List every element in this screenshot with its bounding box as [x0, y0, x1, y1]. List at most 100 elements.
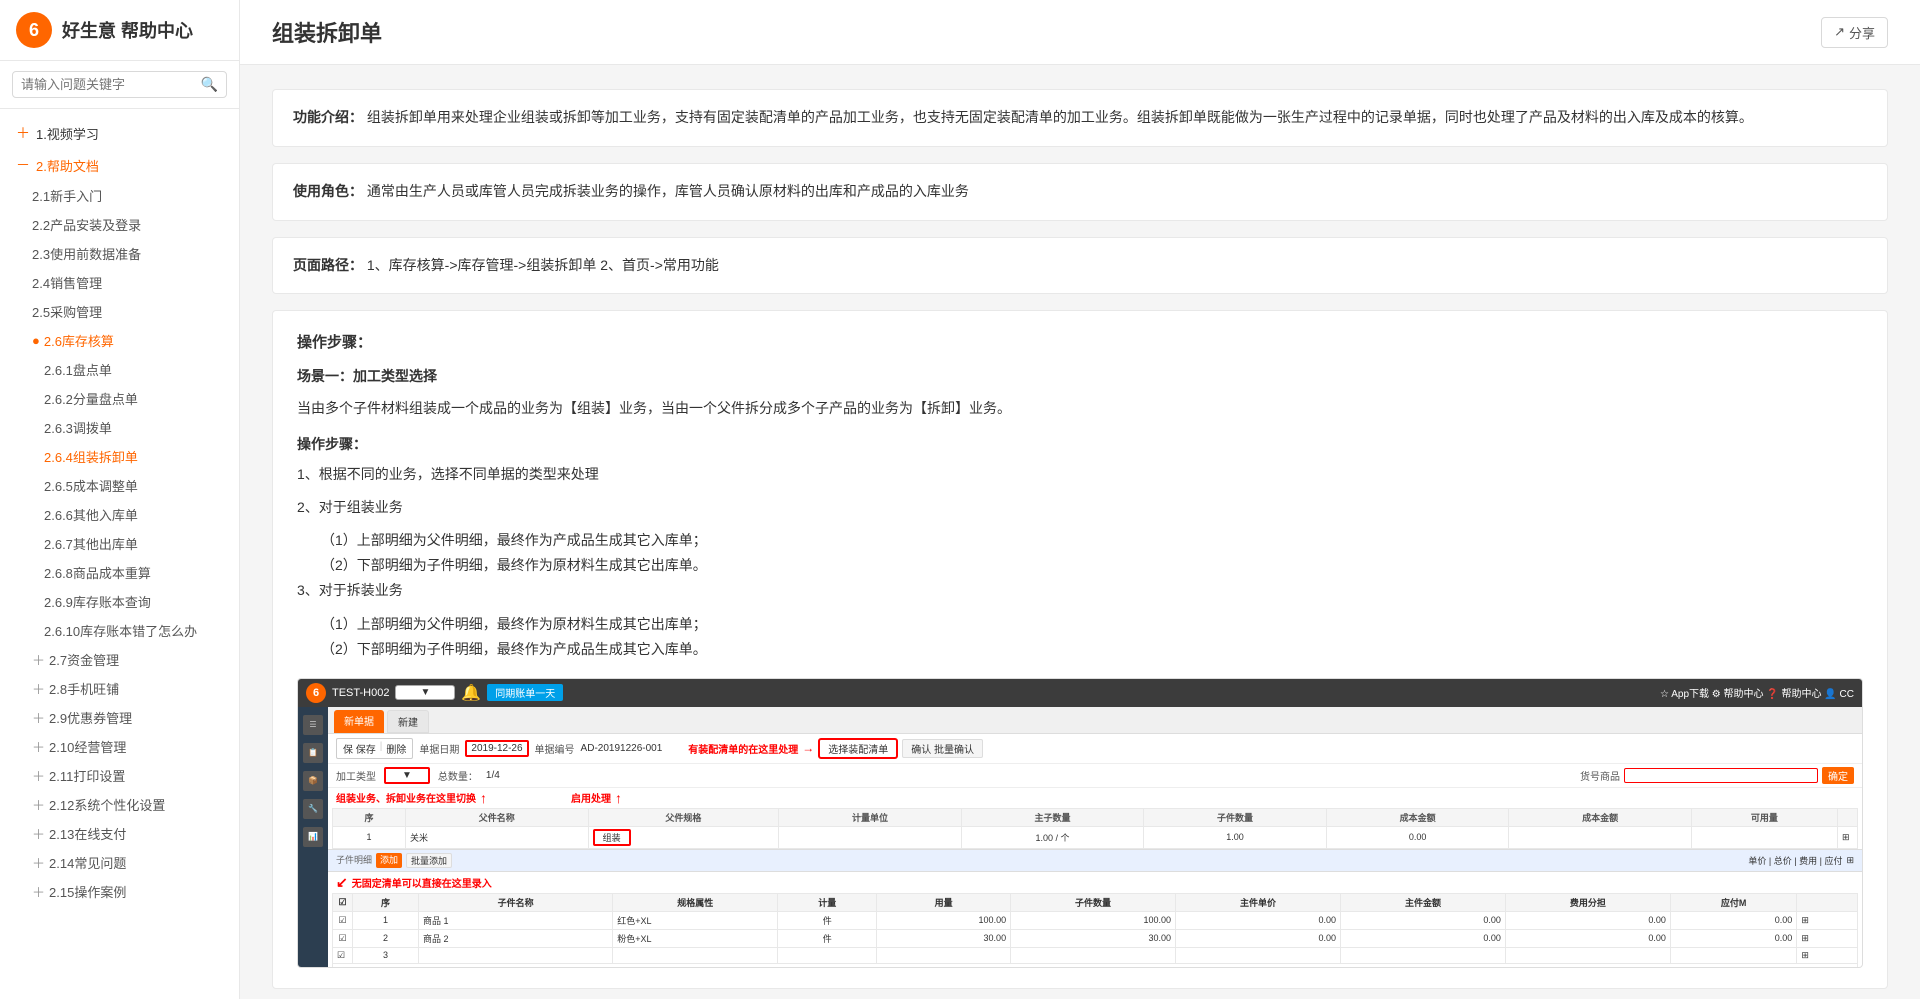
- mock-subtable-total: 单价 | 总价 | 费用 | 应付: [1748, 854, 1842, 867]
- sidebar-item-label: 2.帮助文档: [36, 156, 99, 175]
- mock-th-unit: 计量单位: [779, 808, 962, 826]
- mock-sub-td-cb-2: ☑: [333, 929, 353, 947]
- mock-td-cost2-val: [1509, 826, 1692, 848]
- mock-confirm-btn: 确认 批量确认: [902, 739, 983, 758]
- sidebar-item-2-6-9[interactable]: 2.6.9库存账本查询: [0, 587, 239, 616]
- role-label: 使用角色：: [293, 183, 363, 199]
- mock-th-action: [1838, 808, 1858, 826]
- annotation-3: 组装业务、拆卸业务在这里切换: [336, 790, 476, 805]
- sidebar-item-2-6-10[interactable]: 2.6.10库存账本错了怎么办: [0, 616, 239, 645]
- mock-sub-td-sub-qty-2: 30.00: [1011, 929, 1176, 947]
- mock-num-value: AD-20191226-001: [581, 743, 663, 754]
- main-content: 组装拆卸单 ↗ 分享 功能介绍： 组装拆卸单用来处理企业组装或拆卸等加工业务，支…: [240, 0, 1920, 999]
- mock-td-avail-val: [1691, 826, 1837, 848]
- sidebar-item-2-6-2[interactable]: 2.6.2分量盘点单: [0, 384, 239, 413]
- sidebar-item-2-6-1[interactable]: 2.6.1盘点单: [0, 355, 239, 384]
- sidebar: 6 好生意 帮助中心 🔍 ＋ 1.视频学习 － 2.帮助文档 2.1新手入门 2…: [0, 0, 240, 999]
- sidebar-nav: ＋ 1.视频学习 － 2.帮助文档 2.1新手入门 2.2产品安装及登录 2.3…: [0, 109, 239, 999]
- mock-topbar-id: TEST-H002: [332, 687, 389, 699]
- mock-td-spec-val: 组装: [588, 826, 779, 848]
- mock-qty-label: 总数量：: [438, 768, 478, 783]
- mock-sub-td-unit-2: 件: [778, 929, 877, 947]
- sidebar-item-2-14[interactable]: ＋2.14常见问题: [0, 848, 239, 877]
- ops-title: 操作步骤：: [297, 331, 1863, 352]
- mock-sub-td-sub-qty-1: 100.00: [1011, 911, 1176, 929]
- mock-sub-td-fee-3: [1505, 947, 1670, 963]
- sidebar-item-2-6[interactable]: ● 2.6库存核算: [0, 326, 239, 355]
- mock-sub-th-amount: 主件金额: [1340, 893, 1505, 911]
- sidebar-item-2-6-5[interactable]: 2.6.5成本调整单: [0, 471, 239, 500]
- arrow-down-icon: ↙: [336, 874, 348, 891]
- sidebar-item-2-10[interactable]: ＋2.10经营管理: [0, 732, 239, 761]
- mock-sub-th-seq: 序: [353, 893, 419, 911]
- sidebar-item-video[interactable]: ＋ 1.视频学习: [0, 117, 239, 149]
- sidebar-item-2-3[interactable]: 2.3使用前数据准备: [0, 239, 239, 268]
- search-bar: 🔍: [0, 61, 239, 109]
- search-input[interactable]: [21, 77, 201, 92]
- mock-sub-td-op-2: ⊞: [1797, 929, 1858, 947]
- mock-sub-td-qty-2: 30.00: [877, 929, 1011, 947]
- mock-th-qty1: 主子数量: [961, 808, 1144, 826]
- mock-add-btn: 添加: [376, 853, 402, 868]
- mock-batch-btn: 批量添加: [406, 853, 452, 868]
- mock-sub-td-fee-2: 0.00: [1505, 929, 1670, 947]
- mock-sub-td-cb-1: ☑: [333, 911, 353, 929]
- mock-type-label: 加工类型: [336, 768, 376, 783]
- sidebar-item-2-8[interactable]: ＋2.8手机旺铺: [0, 674, 239, 703]
- sidebar-item-2-6-4[interactable]: 2.6.4组装拆卸单: [0, 442, 239, 471]
- mock-th-spec: 父件规格: [588, 808, 779, 826]
- sidebar-item-2-1[interactable]: 2.1新手入门: [0, 181, 239, 210]
- mock-sub-td-unit-3: [778, 947, 877, 963]
- mock-sub-th-spec: 规格属性: [613, 893, 778, 911]
- mock-sub-th-payable: 应付M: [1670, 893, 1796, 911]
- sidebar-item-2-2[interactable]: 2.2产品安装及登录: [0, 210, 239, 239]
- share-button[interactable]: ↗ 分享: [1821, 17, 1888, 48]
- sidebar-item-2-13[interactable]: ＋2.13在线支付: [0, 819, 239, 848]
- mock-spec-label: 货号商品: [1580, 768, 1620, 783]
- page-header: 组装拆卸单 ↗ 分享: [240, 0, 1920, 65]
- path-text: 1、库存核算->库存管理->组装拆卸单 2、首页->常用功能: [367, 257, 719, 273]
- mock-orange-btn: 同期账单一天: [487, 684, 563, 701]
- annotation-5: 无固定清单可以直接在这里录入: [352, 875, 492, 890]
- mock-sub-td-price-1: 0.00: [1176, 911, 1341, 929]
- mock-spec-input[interactable]: [1624, 768, 1818, 783]
- sidebar-item-2-7[interactable]: ＋2.7资金管理: [0, 645, 239, 674]
- sidebar-item-2-6-7[interactable]: 2.6.7其他出库单: [0, 529, 239, 558]
- step-3: 3、对于拆装业务: [297, 578, 1863, 603]
- mock-sub-th-qty: 用量: [877, 893, 1011, 911]
- sidebar-item-2-5[interactable]: 2.5采购管理: [0, 297, 239, 326]
- mock-sub-td-fee-1: 0.00: [1505, 911, 1670, 929]
- intro-label: 功能介绍：: [293, 109, 363, 125]
- mock-sub-td-op-1: ⊞: [1797, 911, 1858, 929]
- sidebar-item-2-15[interactable]: ＋2.15操作案例: [0, 877, 239, 906]
- mock-subtable-label: 子件明细: [336, 853, 372, 868]
- mock-sub-td-payable-1: 0.00: [1670, 911, 1796, 929]
- mock-sub-td-name-2: 商品 2: [419, 929, 613, 947]
- sidebar-item-2-4[interactable]: 2.4销售管理: [0, 268, 239, 297]
- sidebar-item-2-11[interactable]: ＋2.11打印设置: [0, 761, 239, 790]
- arrow-up-icon: ↑: [480, 790, 487, 806]
- mock-sub-td-spec-3: [613, 947, 778, 963]
- mock-sidebar-icon-2: 📋: [303, 743, 323, 763]
- mock-sub-td-name-1: 商品 1: [419, 911, 613, 929]
- sidebar-item-docs[interactable]: － 2.帮助文档: [0, 149, 239, 181]
- mock-sidebar-icon-4: 🔧: [303, 799, 323, 819]
- mock-th-cost2: 成本金额: [1509, 808, 1692, 826]
- step-3-1: （1）上部明细为父件明细，最终作为原材料生成其它出库单；: [321, 612, 1863, 637]
- sidebar-item-2-9[interactable]: ＋2.9优惠券管理: [0, 703, 239, 732]
- sidebar-item-2-6-6[interactable]: 2.6.6其他入库单: [0, 500, 239, 529]
- sidebar-item-label: 1.视频学习: [36, 124, 99, 143]
- search-icon[interactable]: 🔍: [201, 76, 218, 93]
- path-label: 页面路径：: [293, 257, 363, 273]
- mock-sub-td-price-3: [1176, 947, 1341, 963]
- mock-sub-td-payable-3: [1670, 947, 1796, 963]
- sidebar-item-2-6-8[interactable]: 2.6.8商品成本重算: [0, 558, 239, 587]
- sidebar-item-2-12[interactable]: ＋2.12系统个性化设置: [0, 790, 239, 819]
- arrow-right-icon: →: [802, 741, 814, 755]
- mock-confirm-small-btn[interactable]: 确定: [1822, 767, 1854, 784]
- mock-sub-td-spec-1: 红色+XL: [613, 911, 778, 929]
- mock-sub-td-qty-1: 100.00: [877, 911, 1011, 929]
- sidebar-item-2-6-3[interactable]: 2.6.3调拨单: [0, 413, 239, 442]
- operations-section: 操作步骤： 场景一：加工类型选择 当由多个子件材料组装成一个成品的业务为【组装】…: [272, 310, 1888, 989]
- mock-sub-td-payable-2: 0.00: [1670, 929, 1796, 947]
